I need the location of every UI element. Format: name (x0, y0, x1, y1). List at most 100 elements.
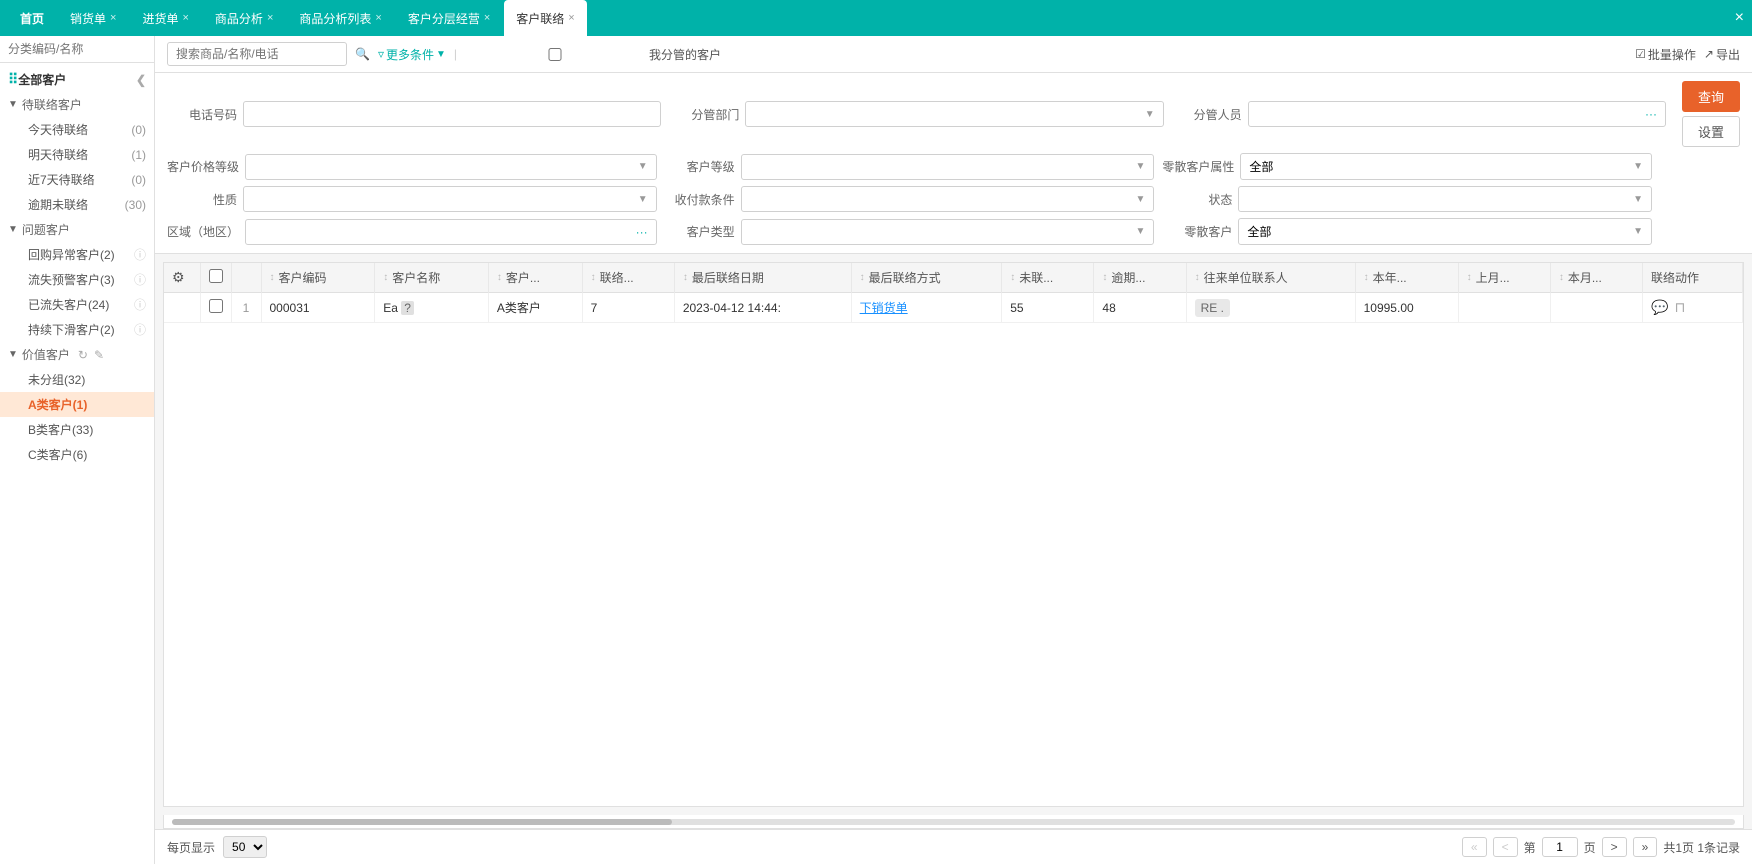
sidebar-item-b-class[interactable]: B类客户(33) (0, 417, 154, 442)
close-goods-list-tab[interactable]: × (375, 12, 381, 24)
last-page-button[interactable]: » (1633, 837, 1658, 857)
row-overdue: 48 (1094, 293, 1186, 323)
page-label: 第 (1524, 839, 1536, 856)
sidebar-item-abnormal[interactable]: 回购异常客户(2) ⓘ (0, 242, 154, 267)
my-customers-checkbox[interactable] (465, 48, 645, 61)
sidebar-item-tomorrow[interactable]: 明天待联络(1) (0, 142, 154, 167)
sort-icon[interactable]: ↕ (1010, 272, 1015, 283)
nature-dropdown[interactable]: ▼ (243, 186, 657, 212)
sidebar-section-pending[interactable]: ▼ 待联络客户 (0, 92, 154, 117)
person-dropdown[interactable]: ··· (1248, 101, 1666, 127)
prev-page-button[interactable]: < (1493, 837, 1518, 857)
col-uncontacted: ↕ 未联... (1002, 263, 1094, 293)
nav-tab-goods-analysis[interactable]: 商品分析 × (203, 0, 285, 36)
close-customer-contact-tab[interactable]: × (568, 12, 574, 24)
select-all-checkbox[interactable] (209, 269, 223, 283)
sidebar-item-a-class[interactable]: A类客户(1) (0, 392, 154, 417)
status-dropdown[interactable]: ▼ (1238, 186, 1652, 212)
customer-type-dropdown[interactable]: ▼ (741, 219, 1155, 245)
phone-input[interactable] (243, 101, 661, 127)
sort-icon[interactable]: ↕ (683, 272, 688, 283)
nature-label: 性质 (167, 191, 237, 208)
col-this-month: ↕ 本月... (1550, 263, 1642, 293)
sidebar-item-c-class[interactable]: C类客户(6) (0, 442, 154, 467)
payment-dropdown[interactable]: ▼ (741, 186, 1155, 212)
gear-icon[interactable]: ⚙ (172, 269, 185, 285)
horizontal-scrollbar[interactable] (172, 819, 1735, 825)
row-actions: 💬 ⊓ (1651, 299, 1734, 316)
dept-dropdown[interactable]: ▼ (745, 101, 1163, 127)
nav-tab-customer-contact[interactable]: 客户联络 × (504, 0, 586, 36)
grid-icon[interactable]: ⊓ (1674, 299, 1685, 316)
retail-customer-dropdown[interactable]: 全部 ▼ (1238, 218, 1652, 245)
nav-tab-home[interactable]: 首页 (8, 0, 56, 36)
sidebar-section-problem[interactable]: ▼ 问题客户 (0, 217, 154, 242)
row-actions-cell: 💬 ⊓ (1643, 293, 1743, 323)
filter-row-2: 客户价格等级 ▼ 客户等级 ▼ 零散客户属性 全部 (167, 153, 1740, 180)
page-input[interactable] (1542, 837, 1578, 857)
search-button[interactable]: 🔍 (355, 47, 370, 61)
retail-attr-dropdown[interactable]: 全部 ▼ (1240, 153, 1652, 180)
batch-op-button[interactable]: ☑ 批量操作 (1635, 46, 1696, 63)
nav-tab-sales[interactable]: 销货单 × (58, 0, 128, 36)
filter-cell-region: 区域（地区） ··· (167, 219, 657, 245)
sort-icon[interactable]: ↕ (383, 272, 388, 283)
search-input[interactable] (167, 42, 347, 66)
more-filters-button[interactable]: ▿ 更多条件 ▼ (378, 46, 446, 63)
sidebar-item-loss-warning[interactable]: 流失预警客户(3) ⓘ (0, 267, 154, 292)
sort-icon[interactable]: ↕ (497, 272, 502, 283)
row-checkbox[interactable] (209, 299, 223, 313)
row-last-date: 2023-04-12 14:44: (674, 293, 851, 323)
close-all-button[interactable]: × (1735, 9, 1744, 27)
per-page-select[interactable]: 50 (223, 836, 267, 858)
close-customer-segment-tab[interactable]: × (484, 12, 490, 24)
sort-icon[interactable]: ↕ (591, 272, 596, 283)
price-level-dropdown[interactable]: ▼ (245, 154, 657, 180)
customer-level-dropdown[interactable]: ▼ (741, 154, 1155, 180)
col-this-year: ↕ 本年... (1355, 263, 1458, 293)
chat-icon[interactable]: 💬 (1651, 299, 1668, 316)
retail-attr-label: 零散客户属性 (1162, 158, 1234, 175)
close-purchase-tab[interactable]: × (182, 12, 188, 24)
settings-button[interactable]: 设置 (1682, 116, 1740, 147)
sidebar-item-declining[interactable]: 持续下滑客户(2) ⓘ (0, 317, 154, 342)
my-customers-label: 我分管的客户 (649, 46, 721, 63)
export-icon: ↗ (1704, 47, 1714, 61)
close-sales-tab[interactable]: × (110, 12, 116, 24)
sort-icon[interactable]: ↕ (1559, 272, 1564, 283)
close-goods-analysis-tab[interactable]: × (267, 12, 273, 24)
name-suffix: ? (401, 301, 414, 315)
sort-icon[interactable]: ↕ (1467, 272, 1472, 283)
nav-tab-goods-list[interactable]: 商品分析列表 × (287, 0, 393, 36)
nav-tab-customer-segment[interactable]: 客户分层经营 × (396, 0, 502, 36)
sort-icon[interactable]: ↕ (1195, 272, 1200, 283)
sidebar-item-lost[interactable]: 已流失客户(24) ⓘ (0, 292, 154, 317)
next-page-button[interactable]: > (1602, 837, 1627, 857)
row-last-method[interactable]: 下销货单 (851, 293, 1002, 323)
sidebar-search-input[interactable] (8, 42, 155, 56)
page-unit: 页 (1584, 839, 1596, 856)
sidebar-all-customers-header: ⠿ 全部客户 ❮ (0, 63, 154, 92)
sidebar-collapse-icon[interactable]: ❮ (136, 73, 146, 87)
nav-tab-purchase[interactable]: 进货单 × (130, 0, 200, 36)
sidebar-item-ungroup[interactable]: 未分组(32) (0, 367, 154, 392)
arrow-icon: ▼ (8, 224, 18, 235)
first-page-button[interactable]: « (1462, 837, 1487, 857)
region-dropdown[interactable]: ··· (245, 219, 657, 245)
sort-icon[interactable]: ↕ (270, 272, 275, 283)
query-button[interactable]: 查询 (1682, 81, 1740, 112)
export-button[interactable]: ↗ 导出 (1704, 46, 1740, 63)
col-overdue: ↕ 逾期... (1094, 263, 1186, 293)
section-title: 问题客户 (22, 221, 70, 238)
sort-icon[interactable]: ↕ (1364, 272, 1369, 283)
sidebar-item-overdue[interactable]: 逾期未联络(30) (0, 192, 154, 217)
chevron-down-icon: ▼ (1633, 226, 1643, 237)
sort-icon[interactable]: ↕ (1102, 272, 1107, 283)
refresh-icon[interactable]: ↻ (78, 348, 88, 362)
sidebar-section-value[interactable]: ▼ 价值客户 ↻ ✎ (0, 342, 154, 367)
sort-icon[interactable]: ↕ (860, 272, 865, 283)
edit-icon[interactable]: ✎ (94, 348, 104, 362)
row-name[interactable]: Ea ? (375, 293, 489, 323)
sidebar-item-7days[interactable]: 近7天待联络(0) (0, 167, 154, 192)
sidebar-item-today[interactable]: 今天待联络(0) (0, 117, 154, 142)
